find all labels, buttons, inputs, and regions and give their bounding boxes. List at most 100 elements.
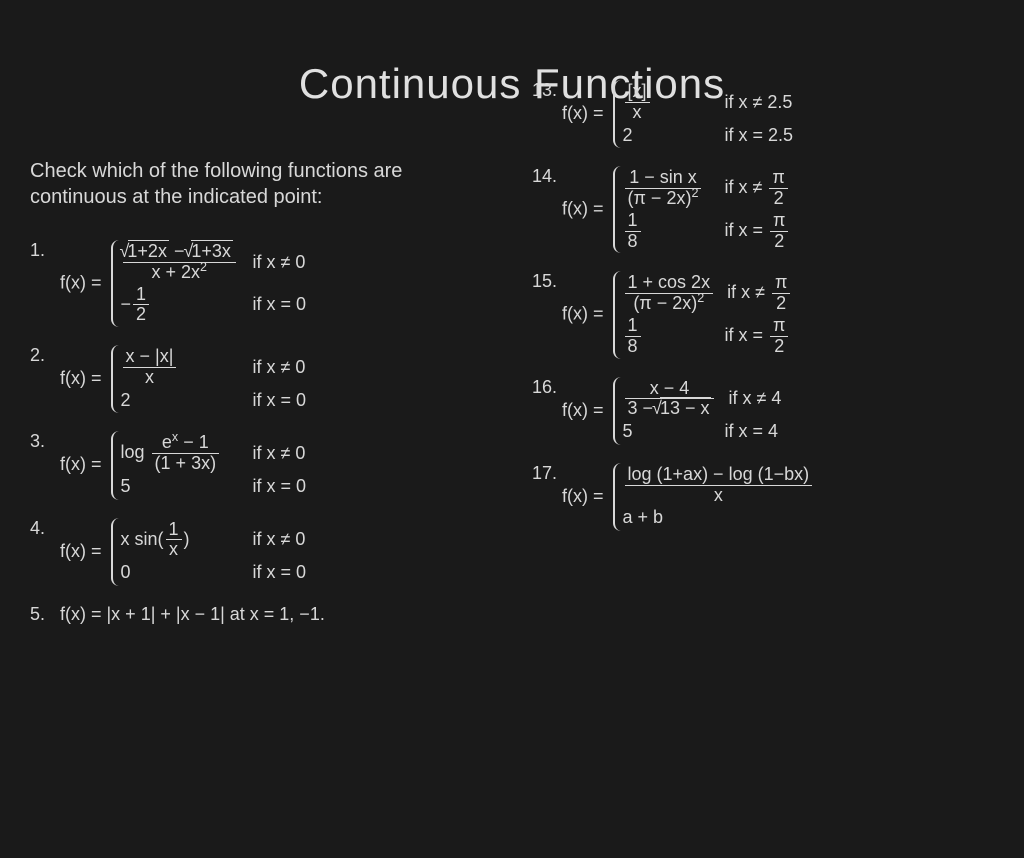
problem-body: f(x) = |x + 1| + |x − 1| at x = 1, −1. <box>60 604 492 625</box>
function-lead: f(x) = <box>562 199 609 219</box>
case-condition: if x ≠ π2 <box>727 273 792 314</box>
problem: 4.f(x) = x sin(1x) if x ≠ 0 0 if x = 0 <box>30 518 492 586</box>
case-condition: if x ≠ 0 <box>253 443 306 465</box>
function-lead: f(x) = <box>562 304 609 324</box>
case-condition: if x ≠ 4 <box>728 388 781 410</box>
problem: 2.f(x) = x − |x|x if x ≠ 0 2 if x = 0 <box>30 345 492 413</box>
instructions-line-1: Check which of the following functions a… <box>30 158 492 184</box>
piecewise-cases: [x]xif x ≠ 2.52 if x = 2.5 <box>613 80 794 148</box>
problem-body: f(x) = x − |x|x if x ≠ 0 2 if x = 0 <box>60 345 492 413</box>
case-row: 1 + cos 2x(π − 2x)2 if x ≠ π2 <box>623 273 793 314</box>
function-lead: f(x) = <box>60 454 107 474</box>
problem-number: 15. <box>532 271 562 292</box>
problem-expression: f(x) = |x + 1| + |x − 1| at x = 1, −1. <box>60 604 325 624</box>
problem: 16.f(x) = x − 43 − 13 − x if x ≠ 4 5 if x =… <box>532 377 994 445</box>
piecewise-cases: 1 − sin x(π − 2x)2 if x ≠ π2 18 if x = π2 <box>613 166 791 253</box>
problem: 15.f(x) = 1 + cos 2x(π − 2x)2if x ≠ π218… <box>532 271 994 358</box>
case-row: [x]xif x ≠ 2.5 <box>623 82 794 123</box>
case-row: 18 if x = π2 <box>623 316 793 357</box>
case-expression: 1 + cos 2x(π − 2x)2 <box>623 273 716 314</box>
problem-body: f(x) = 1 − sin x(π − 2x)2 if x ≠ π2 18 if x… <box>562 166 994 253</box>
left-column: Check which of the following functions a… <box>30 158 492 643</box>
case-condition: if x = 0 <box>253 562 307 584</box>
problem-number: 16. <box>532 377 562 398</box>
case-row: x sin(1x) if x ≠ 0 <box>121 520 307 561</box>
piecewise-cases: log (1+ax) − log (1−bx)xa + b <box>613 463 827 531</box>
piecewise-cases: log ex − 1(1 + 3x)if x ≠ 05if x = 0 <box>111 431 307 499</box>
worksheet-page: Continuous Functions Check which of the … <box>0 0 1024 858</box>
function-lead: f(x) = <box>562 486 609 506</box>
case-condition: if x ≠ π2 <box>725 168 790 209</box>
case-row: 1 − sin x(π − 2x)2 if x ≠ π2 <box>623 168 791 209</box>
case-row: 0 if x = 0 <box>121 562 307 584</box>
case-row: log (1+ax) − log (1−bx)x <box>623 465 827 506</box>
problem-body: f(x) = x sin(1x) if x ≠ 0 0 if x = 0 <box>60 518 492 586</box>
problem-body: f(x) = [x]xif x ≠ 2.52 if x = 2.5 <box>562 80 994 148</box>
problem-number: 5. <box>30 604 60 625</box>
case-expression: 2 <box>121 390 241 412</box>
left-problem-list: 1.f(x) = 1+2x − 1+3xx + 2x2if x ≠ 0−12if… <box>30 240 492 625</box>
case-expression: [x]x <box>623 82 713 123</box>
case-expression: log (1+ax) − log (1−bx)x <box>623 465 815 506</box>
problem-body: f(x) = log (1+ax) − log (1−bx)xa + b <box>562 463 994 531</box>
case-expression: 18 <box>623 211 713 252</box>
case-condition: if x = π2 <box>725 211 791 252</box>
function-lead: f(x) = <box>60 368 107 388</box>
piecewise-cases: x − |x|x if x ≠ 0 2 if x = 0 <box>111 345 307 413</box>
right-column: 13.f(x) = [x]xif x ≠ 2.52if x = 2.514.f(… <box>532 80 994 643</box>
piecewise-cases: 1 + cos 2x(π − 2x)2 if x ≠ π2 18 if x = π2 <box>613 271 793 358</box>
case-condition: if x = 0 <box>253 390 307 412</box>
piecewise-cases: 1+2x − 1+3xx + 2x2if x ≠ 0−12 if x = 0 <box>111 240 307 327</box>
problem: 14.f(x) = 1 − sin x(π − 2x)2 if x ≠ π2 18 i… <box>532 166 994 253</box>
case-row: 2 if x = 2.5 <box>623 125 794 147</box>
case-row: 5if x = 0 <box>121 476 307 498</box>
case-row: x − 43 − 13 − x if x ≠ 4 <box>623 379 782 420</box>
problem-body: f(x) = 1+2x − 1+3xx + 2x2if x ≠ 0−12 if x… <box>60 240 492 327</box>
case-condition: if x = 0 <box>253 294 307 316</box>
problem-number: 14. <box>532 166 562 187</box>
case-expression: 5 <box>623 421 713 443</box>
case-condition: if x ≠ 0 <box>253 252 306 274</box>
case-expression: a + b <box>623 507 713 529</box>
function-lead: f(x) = <box>60 272 107 292</box>
case-condition: if x ≠ 0 <box>253 529 306 551</box>
right-problem-list: 13.f(x) = [x]xif x ≠ 2.52if x = 2.514.f(… <box>532 80 994 531</box>
case-condition: if x = 4 <box>725 421 779 443</box>
case-condition: if x = π2 <box>725 316 791 357</box>
function-lead: f(x) = <box>60 540 107 560</box>
piecewise-cases: x sin(1x) if x ≠ 0 0 if x = 0 <box>111 518 307 586</box>
case-condition: if x = 2.5 <box>725 125 794 147</box>
problem-body: f(x) = 1 + cos 2x(π − 2x)2 if x ≠ π2 18 if … <box>562 271 994 358</box>
problem-number: 4. <box>30 518 60 539</box>
content-columns: Check which of the following functions a… <box>30 158 994 643</box>
case-expression: x − |x|x <box>121 347 241 388</box>
problem-number: 13. <box>532 80 562 101</box>
piecewise-cases: x − 43 − 13 − x if x ≠ 4 5 if x = 4 <box>613 377 782 445</box>
case-row: 18 if x = π2 <box>623 211 791 252</box>
case-expression: −12 <box>121 285 241 326</box>
case-row: log ex − 1(1 + 3x)if x ≠ 0 <box>121 433 307 474</box>
case-expression: 18 <box>623 316 713 357</box>
case-condition: if x ≠ 0 <box>253 357 306 379</box>
case-expression: 5 <box>121 476 241 498</box>
case-expression: x − 43 − 13 − x <box>623 379 717 420</box>
problem-number: 1. <box>30 240 60 261</box>
case-expression: x sin(1x) <box>121 520 241 561</box>
problem-number: 17. <box>532 463 562 484</box>
problem: 5.f(x) = |x + 1| + |x − 1| at x = 1, −1. <box>30 604 492 625</box>
case-row: −12 if x = 0 <box>121 285 307 326</box>
problem: 13.f(x) = [x]xif x ≠ 2.52 if x = 2.5 <box>532 80 994 148</box>
case-expression: 2 <box>623 125 713 147</box>
instructions-line-2: continuous at the indicated point: <box>30 184 492 210</box>
problem-number: 2. <box>30 345 60 366</box>
case-row: 1+2x − 1+3xx + 2x2if x ≠ 0 <box>121 242 307 283</box>
instructions: Check which of the following functions a… <box>30 158 492 210</box>
case-expression: 1 − sin x(π − 2x)2 <box>623 168 713 209</box>
case-expression: 0 <box>121 562 241 584</box>
case-row: 5 if x = 4 <box>623 421 782 443</box>
function-lead: f(x) = <box>562 103 609 123</box>
problem: 1.f(x) = 1+2x − 1+3xx + 2x2if x ≠ 0−12 if… <box>30 240 492 327</box>
function-lead: f(x) = <box>562 399 609 419</box>
case-row: a + b <box>623 507 827 529</box>
case-row: 2 if x = 0 <box>121 390 307 412</box>
